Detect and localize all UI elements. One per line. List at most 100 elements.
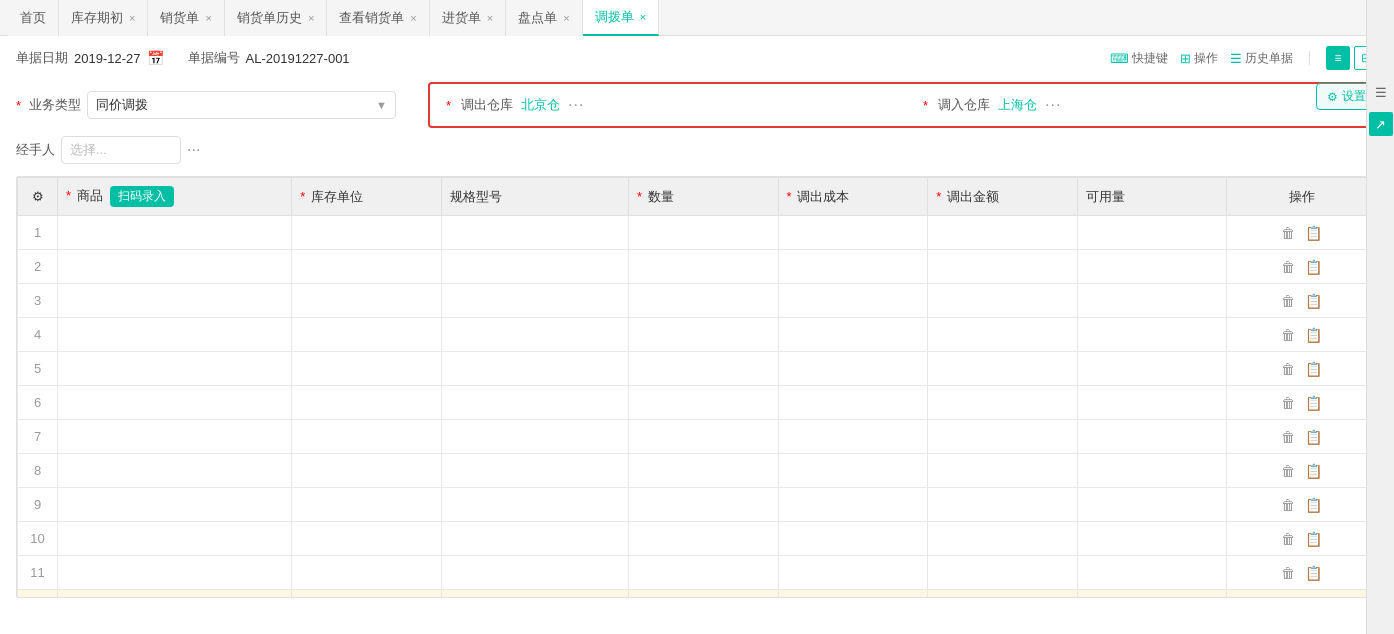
row-7-delete-icon[interactable]: 🗑 <box>1281 429 1295 445</box>
row-6-unit[interactable] <box>292 386 442 420</box>
row-9-copy-icon[interactable]: 📋 <box>1305 497 1322 513</box>
tab-inventory-count-close[interactable]: × <box>563 12 569 24</box>
tab-sales-order[interactable]: 销货单 × <box>148 0 224 36</box>
row-10-amount[interactable] <box>928 522 1078 556</box>
list-view-btn[interactable]: ≡ <box>1326 46 1350 70</box>
row-1-delete-icon[interactable]: 🗑 <box>1281 225 1295 241</box>
row-6-available[interactable] <box>1077 386 1227 420</box>
row-10-unit[interactable] <box>292 522 442 556</box>
row-10-delete-icon[interactable]: 🗑 <box>1281 531 1295 547</box>
row-2-copy-icon[interactable]: 📋 <box>1305 259 1322 275</box>
row-9-cost[interactable] <box>778 488 928 522</box>
row-3-cost[interactable] <box>778 284 928 318</box>
tab-sales-history-close[interactable]: × <box>308 12 314 24</box>
row-1-unit[interactable] <box>292 216 442 250</box>
row-1-product[interactable] <box>58 216 292 250</box>
row-8-available[interactable] <box>1077 454 1227 488</box>
row-3-spec[interactable] <box>441 284 628 318</box>
row-9-product[interactable] <box>58 488 292 522</box>
handler-select[interactable]: 选择... <box>61 136 181 164</box>
row-2-unit[interactable] <box>292 250 442 284</box>
tab-view-sales[interactable]: 查看销货单 × <box>327 0 429 36</box>
row-10-copy-icon[interactable]: 📋 <box>1305 531 1322 547</box>
row-8-spec[interactable] <box>441 454 628 488</box>
row-11-delete-icon[interactable]: 🗑 <box>1281 565 1295 581</box>
row-9-qty[interactable] <box>628 488 778 522</box>
row-3-delete-icon[interactable]: 🗑 <box>1281 293 1295 309</box>
row-1-copy-icon[interactable]: 📋 <box>1305 225 1322 241</box>
tab-inventory-count[interactable]: 盘点单 × <box>506 0 582 36</box>
row-7-product[interactable] <box>58 420 292 454</box>
row-10-cost[interactable] <box>778 522 928 556</box>
row-8-qty[interactable] <box>628 454 778 488</box>
row-9-unit[interactable] <box>292 488 442 522</box>
row-9-available[interactable] <box>1077 488 1227 522</box>
row-1-available[interactable] <box>1077 216 1227 250</box>
row-8-unit[interactable] <box>292 454 442 488</box>
row-11-cost[interactable] <box>778 556 928 590</box>
tab-home[interactable]: 首页 <box>8 0 59 36</box>
row-5-amount[interactable] <box>928 352 1078 386</box>
row-2-product[interactable] <box>58 250 292 284</box>
row-4-delete-icon[interactable]: 🗑 <box>1281 327 1295 343</box>
row-10-product[interactable] <box>58 522 292 556</box>
row-8-amount[interactable] <box>928 454 1078 488</box>
row-11-spec[interactable] <box>441 556 628 590</box>
row-1-qty[interactable] <box>628 216 778 250</box>
row-9-spec[interactable] <box>441 488 628 522</box>
row-7-copy-icon[interactable]: 📋 <box>1305 429 1322 445</box>
tab-sales-order-close[interactable]: × <box>205 12 211 24</box>
row-6-product[interactable] <box>58 386 292 420</box>
row-8-product[interactable] <box>58 454 292 488</box>
row-8-delete-icon[interactable]: 🗑 <box>1281 463 1295 479</box>
history-btn[interactable]: ☰ 历史单据 <box>1230 50 1293 67</box>
row-7-qty[interactable] <box>628 420 778 454</box>
row-3-unit[interactable] <box>292 284 442 318</box>
row-7-amount[interactable] <box>928 420 1078 454</box>
row-8-copy-icon[interactable]: 📋 <box>1305 463 1322 479</box>
th-settings[interactable]: ⚙ <box>18 178 58 216</box>
tab-inventory-init-close[interactable]: × <box>129 12 135 24</box>
row-5-qty[interactable] <box>628 352 778 386</box>
row-11-qty[interactable] <box>628 556 778 590</box>
row-4-available[interactable] <box>1077 318 1227 352</box>
scan-btn[interactable]: 扫码录入 <box>110 186 174 207</box>
row-10-qty[interactable] <box>628 522 778 556</box>
row-6-delete-icon[interactable]: 🗑 <box>1281 395 1295 411</box>
row-5-unit[interactable] <box>292 352 442 386</box>
row-7-available[interactable] <box>1077 420 1227 454</box>
row-3-amount[interactable] <box>928 284 1078 318</box>
table-scroll[interactable]: ⚙ * 商品 扫码录入 * 库存单位 规格型号 <box>17 177 1377 597</box>
tab-purchase-close[interactable]: × <box>487 12 493 24</box>
handler-more-icon[interactable]: ··· <box>187 141 200 159</box>
row-6-cost[interactable] <box>778 386 928 420</box>
shortcuts-btn[interactable]: ⌨ 快捷键 <box>1110 50 1168 67</box>
row-11-available[interactable] <box>1077 556 1227 590</box>
row-6-amount[interactable] <box>928 386 1078 420</box>
row-4-qty[interactable] <box>628 318 778 352</box>
calendar-icon[interactable]: 📅 <box>147 50 164 66</box>
tab-transfer[interactable]: 调拨单 × <box>583 0 659 36</box>
row-3-qty[interactable] <box>628 284 778 318</box>
business-type-select[interactable]: 同价调拨 ▼ <box>87 91 396 119</box>
row-5-copy-icon[interactable]: 📋 <box>1305 361 1322 377</box>
row-6-spec[interactable] <box>441 386 628 420</box>
row-2-available[interactable] <box>1077 250 1227 284</box>
row-4-copy-icon[interactable]: 📋 <box>1305 327 1322 343</box>
row-3-product[interactable] <box>58 284 292 318</box>
sidebar-export-icon[interactable]: ↗ <box>1369 112 1393 136</box>
row-3-available[interactable] <box>1077 284 1227 318</box>
in-warehouse-value[interactable]: 上海仓 <box>998 96 1037 114</box>
row-3-copy-icon[interactable]: 📋 <box>1305 293 1322 309</box>
out-warehouse-more-icon[interactable]: ··· <box>568 96 584 114</box>
row-2-amount[interactable] <box>928 250 1078 284</box>
row-6-copy-icon[interactable]: 📋 <box>1305 395 1322 411</box>
row-10-spec[interactable] <box>441 522 628 556</box>
row-11-amount[interactable] <box>928 556 1078 590</box>
row-9-delete-icon[interactable]: 🗑 <box>1281 497 1295 513</box>
row-4-unit[interactable] <box>292 318 442 352</box>
row-8-cost[interactable] <box>778 454 928 488</box>
row-6-qty[interactable] <box>628 386 778 420</box>
row-11-copy-icon[interactable]: 📋 <box>1305 565 1322 581</box>
row-7-cost[interactable] <box>778 420 928 454</box>
